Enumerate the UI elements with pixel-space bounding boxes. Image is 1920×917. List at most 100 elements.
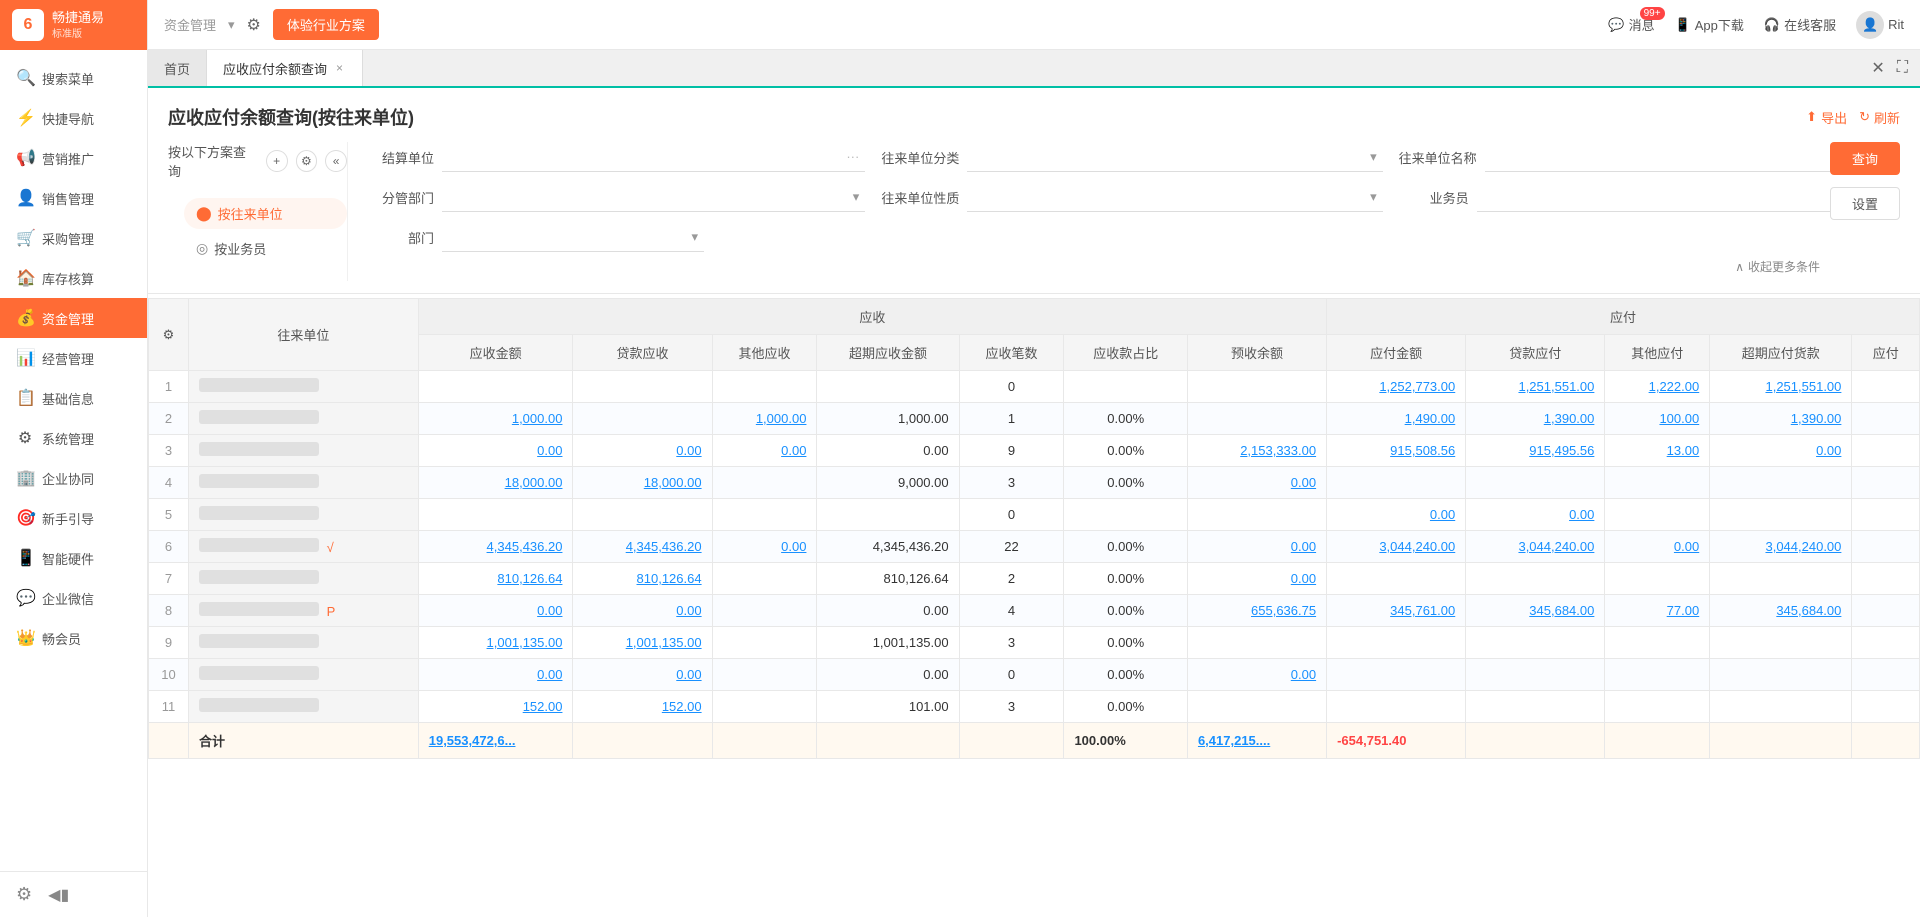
row-recv-loan-3[interactable]: 18,000.00 <box>573 467 712 499</box>
settings-button[interactable]: 设置 <box>1830 187 1900 220</box>
sidebar-item-purchase[interactable]: 🛒 采购管理 <box>0 218 147 258</box>
add-scheme-btn[interactable]: + <box>266 150 288 172</box>
row-pay-loan-0[interactable]: 1,251,551.00 <box>1466 371 1605 403</box>
row-recv-loan-8[interactable]: 1,001,135.00 <box>573 627 712 659</box>
row-pay-loan-7[interactable]: 345,684.00 <box>1466 595 1605 627</box>
row-recv-other-1[interactable]: 1,000.00 <box>712 403 817 435</box>
dept-supervisor-arrow: ▾ <box>853 189 860 205</box>
row-pay-other-7[interactable]: 77.00 <box>1605 595 1710 627</box>
query-button[interactable]: 查询 <box>1830 142 1900 175</box>
row-recv-amt-2[interactable]: 0.00 <box>418 435 573 467</box>
sidebar-item-sales[interactable]: 👤 销售管理 <box>0 178 147 218</box>
row-recv-prepaid-2[interactable]: 2,153,333.00 <box>1187 435 1326 467</box>
row-recv-loan-7[interactable]: 0.00 <box>573 595 712 627</box>
sidebar-item-wechat[interactable]: 💬 企业微信 <box>0 578 147 618</box>
row-recv-amt-1[interactable]: 1,000.00 <box>418 403 573 435</box>
row-recv-prepaid-5[interactable]: 0.00 <box>1187 531 1326 563</box>
partner-nature-select[interactable]: ▾ <box>967 182 1382 212</box>
online-service-btn[interactable]: 🎧 在线客服 <box>1764 15 1836 34</box>
tab-close-btn[interactable]: × <box>333 60 346 76</box>
tab-home[interactable]: 首页 <box>148 50 207 86</box>
row-pay-amt-7[interactable]: 345,761.00 <box>1327 595 1466 627</box>
row-recv-prepaid-9[interactable]: 0.00 <box>1187 659 1326 691</box>
footer-pay-rest <box>1852 723 1920 759</box>
sidebar-item-operations[interactable]: 📊 经营管理 <box>0 338 147 378</box>
row-pay-loan-1[interactable]: 1,390.00 <box>1466 403 1605 435</box>
row-recv-amt-8[interactable]: 1,001,135.00 <box>418 627 573 659</box>
sidebar-item-finance[interactable]: 💰 资金管理 <box>0 298 147 338</box>
row-recv-loan-6[interactable]: 810,126.64 <box>573 563 712 595</box>
user-avatar[interactable]: 👤 Rit <box>1856 11 1904 39</box>
row-pay-overdue-1[interactable]: 1,390.00 <box>1710 403 1852 435</box>
sidebar-item-marketing[interactable]: 📢 营销推广 <box>0 138 147 178</box>
row-pay-amt-2[interactable]: 915,508.56 <box>1327 435 1466 467</box>
settlement-unit-dots[interactable]: ··· <box>846 149 859 164</box>
dept-supervisor-select[interactable]: ▾ <box>442 182 865 212</box>
row-recv-other-5[interactable]: 0.00 <box>712 531 817 563</box>
edit-scheme-btn[interactable]: ⚙ <box>296 150 318 172</box>
row-recv-loan-5[interactable]: 4,345,436.20 <box>573 531 712 563</box>
footer-recv-prepaid[interactable]: 6,417,215.... <box>1187 723 1326 759</box>
row-pay-amt-4[interactable]: 0.00 <box>1327 499 1466 531</box>
row-recv-amt-7[interactable]: 0.00 <box>418 595 573 627</box>
sidebar-item-system[interactable]: ⚙ 系统管理 <box>0 418 147 458</box>
header-gear-icon[interactable]: ⚙ <box>247 15 261 35</box>
app-download-btn[interactable]: 📱 App下载 <box>1675 15 1744 34</box>
collapse-scheme-btn[interactable]: « <box>325 150 347 172</box>
row-recv-amt-6[interactable]: 810,126.64 <box>418 563 573 595</box>
row-recv-prepaid-6[interactable]: 0.00 <box>1187 563 1326 595</box>
sidebar-item-guide[interactable]: 🎯 新手引导 <box>0 498 147 538</box>
sidebar-settings-btn[interactable]: ⚙ <box>16 884 32 905</box>
refresh-button[interactable]: ↻ 刷新 <box>1859 108 1900 127</box>
tab-fullscreen-icon[interactable]: ⛶ <box>1897 59 1908 77</box>
row-pay-overdue-0[interactable]: 1,251,551.00 <box>1710 371 1852 403</box>
tab-close-icon[interactable]: ✕ <box>1871 58 1884 78</box>
row-pay-overdue-7[interactable]: 345,684.00 <box>1710 595 1852 627</box>
row-recv-amt-3[interactable]: 18,000.00 <box>418 467 573 499</box>
header-dropdown-arrow[interactable]: ▾ <box>228 17 235 33</box>
row-recv-prepaid-3[interactable]: 0.00 <box>1187 467 1326 499</box>
row-recv-loan-10[interactable]: 152.00 <box>573 691 712 723</box>
sidebar-item-inventory[interactable]: 🏠 库存核算 <box>0 258 147 298</box>
row-pay-other-2[interactable]: 13.00 <box>1605 435 1710 467</box>
sidebar-item-search-menu[interactable]: 🔍 搜索菜单 <box>0 58 147 98</box>
sidebar-item-quick-nav[interactable]: ⚡ 快捷导航 <box>0 98 147 138</box>
messages-btn[interactable]: 💬 消息 99+ <box>1608 15 1654 34</box>
row-pay-amt-1[interactable]: 1,490.00 <box>1327 403 1466 435</box>
row-recv-amt-5[interactable]: 4,345,436.20 <box>418 531 573 563</box>
tab-current[interactable]: 应收应付余额查询 × <box>207 50 363 86</box>
row-pay-other-1[interactable]: 100.00 <box>1605 403 1710 435</box>
promo-button[interactable]: 体验行业方案 <box>273 9 379 40</box>
table-settings-icon[interactable]: ⚙ <box>163 327 175 342</box>
sidebar-item-basic-info[interactable]: 📋 基础信息 <box>0 378 147 418</box>
col-settings-header[interactable]: ⚙ <box>149 299 189 371</box>
sub-nav-by-partner[interactable]: ⬤ 按往来单位 <box>184 198 347 229</box>
row-recv-amt-9[interactable]: 0.00 <box>418 659 573 691</box>
row-pay-overdue-8 <box>1710 627 1852 659</box>
row-recv-prepaid-7[interactable]: 655,636.75 <box>1187 595 1326 627</box>
settlement-unit-select[interactable]: ··· <box>442 142 865 172</box>
row-recv-amt-10[interactable]: 152.00 <box>418 691 573 723</box>
footer-recv-amt[interactable]: 19,553,472,6... <box>418 723 573 759</box>
collapse-more-btn[interactable]: ∧ 收起更多条件 <box>364 252 1820 281</box>
row-pay-amt-5[interactable]: 3,044,240.00 <box>1327 531 1466 563</box>
sidebar-item-member[interactable]: 👑 畅会员 <box>0 618 147 658</box>
partner-category-select[interactable]: ▾ <box>967 142 1382 172</box>
row-recv-loan-2[interactable]: 0.00 <box>573 435 712 467</box>
sidebar-item-enterprise[interactable]: 🏢 企业协同 <box>0 458 147 498</box>
row-pay-other-5[interactable]: 0.00 <box>1605 531 1710 563</box>
row-pay-other-0[interactable]: 1,222.00 <box>1605 371 1710 403</box>
row-pay-overdue-5[interactable]: 3,044,240.00 <box>1710 531 1852 563</box>
export-button[interactable]: ⬆ 导出 <box>1806 108 1847 127</box>
sidebar-item-hardware[interactable]: 📱 智能硬件 <box>0 538 147 578</box>
row-pay-loan-5[interactable]: 3,044,240.00 <box>1466 531 1605 563</box>
sidebar-collapse-btn[interactable]: ◀▮ <box>48 885 69 905</box>
row-recv-other-2[interactable]: 0.00 <box>712 435 817 467</box>
row-pay-loan-4[interactable]: 0.00 <box>1466 499 1605 531</box>
sub-nav-by-salesperson[interactable]: ◎ 按业务员 <box>184 233 347 264</box>
row-pay-amt-0[interactable]: 1,252,773.00 <box>1327 371 1466 403</box>
row-pay-loan-2[interactable]: 915,495.56 <box>1466 435 1605 467</box>
dept-select[interactable]: ▾ <box>442 222 704 252</box>
row-recv-loan-9[interactable]: 0.00 <box>573 659 712 691</box>
row-pay-overdue-2[interactable]: 0.00 <box>1710 435 1852 467</box>
